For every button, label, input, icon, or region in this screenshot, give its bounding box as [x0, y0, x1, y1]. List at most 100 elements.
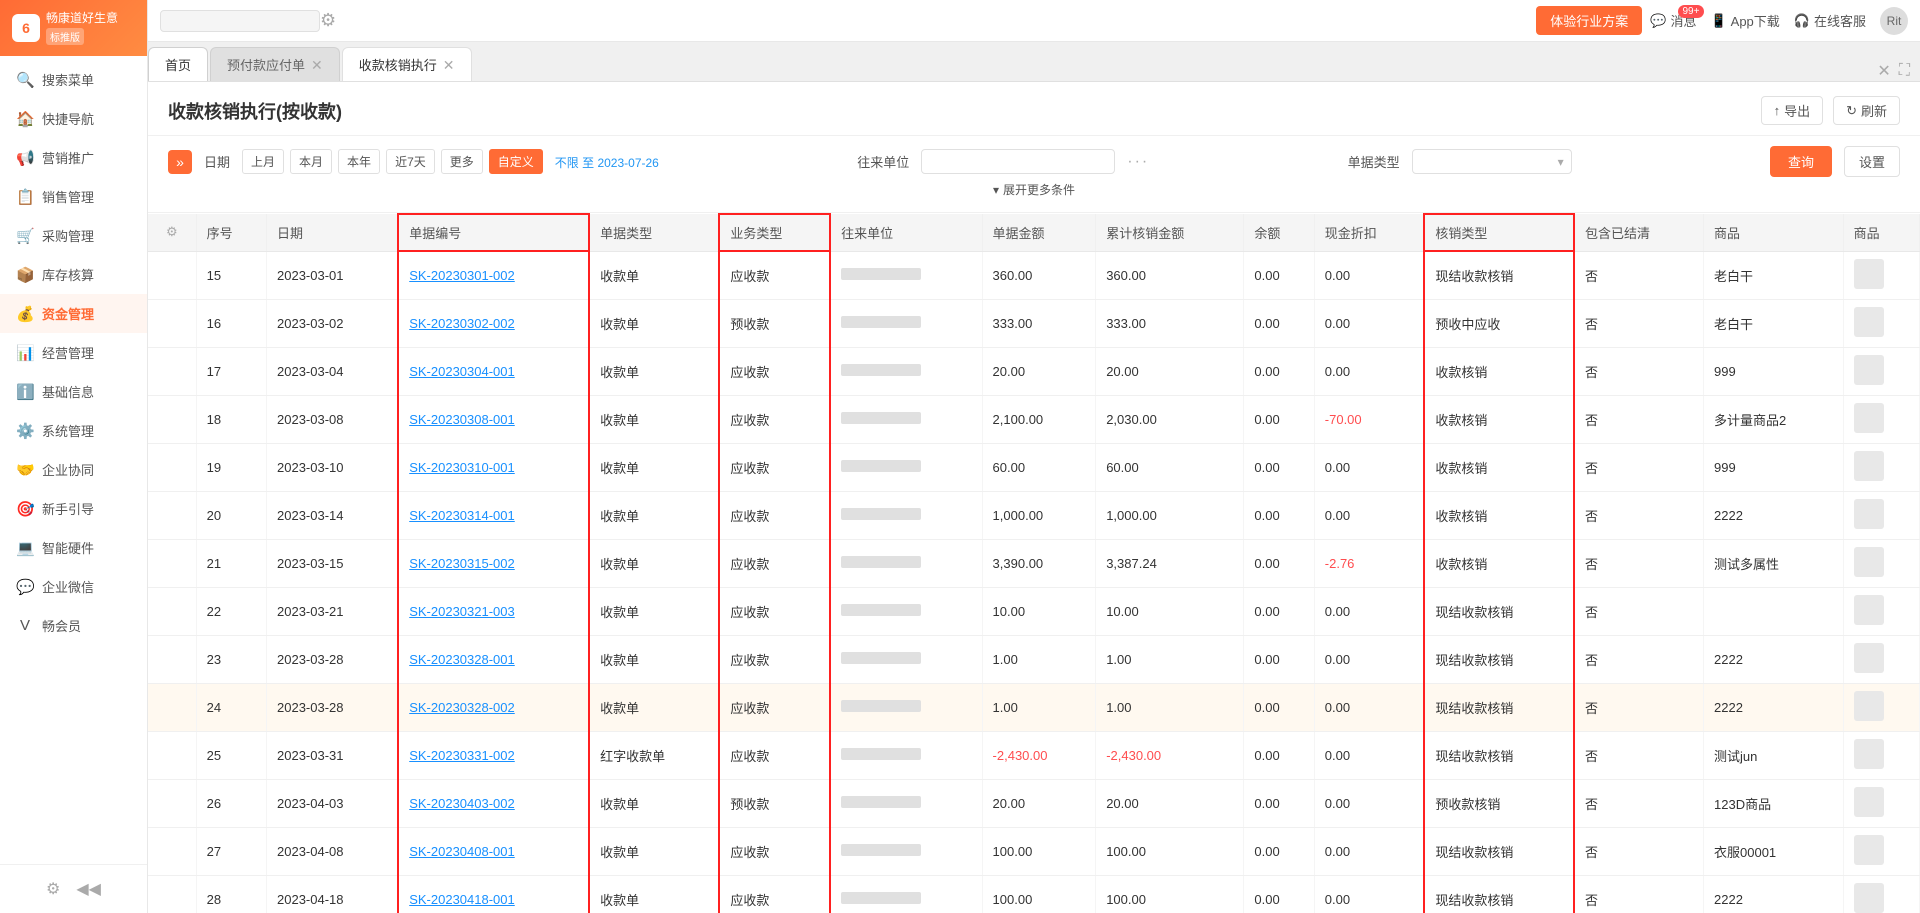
sidebar-item-management[interactable]: 📊经营管理 — [0, 333, 147, 372]
prepay-tab-close-icon[interactable]: ✕ — [311, 58, 323, 72]
cell-include-settled: 否 — [1574, 491, 1704, 539]
th-biz-type: 业务类型 — [719, 214, 830, 251]
tab-prepay[interactable]: 预付款应付单 ✕ — [210, 47, 340, 81]
cell-doc-amount: 10.00 — [982, 587, 1096, 635]
cell-goods2 — [1843, 731, 1919, 779]
table-body: 15 2023-03-01 SK-20230301-002 收款单 应收款 36… — [148, 251, 1920, 913]
collapse-icon[interactable]: ◀◀ — [72, 875, 105, 903]
doc-no-link[interactable]: SK-20230304-001 — [409, 364, 515, 379]
th-cash-discount: 现金折扣 — [1314, 214, 1424, 251]
message-button[interactable]: 💬 消息 99+ — [1650, 11, 1696, 30]
doc-no-link[interactable]: SK-20230310-001 — [409, 460, 515, 475]
more-date-button[interactable]: 更多 — [441, 149, 483, 174]
cell-no: 16 — [196, 299, 266, 347]
doc-type-select[interactable] — [1412, 149, 1572, 174]
sidebar-item-enterprise[interactable]: 🤝企业协同 — [0, 450, 147, 489]
doc-no-link[interactable]: SK-20230314-001 — [409, 508, 515, 523]
industry-solution-button[interactable]: 体验行业方案 — [1536, 6, 1642, 35]
refresh-button[interactable]: ↻ 刷新 — [1833, 96, 1900, 125]
th-settings: ⚙ — [148, 214, 196, 251]
sidebar-label-enterprise: 企业协同 — [42, 460, 94, 479]
tab-collection[interactable]: 收款核销执行 ✕ — [342, 47, 472, 81]
counterparty-more-icon[interactable]: ··· — [1127, 153, 1149, 171]
query-button[interactable]: 查询 — [1770, 146, 1832, 177]
filter-expand-button[interactable]: » — [168, 150, 192, 174]
sidebar-item-hardware[interactable]: 💻智能硬件 — [0, 528, 147, 567]
counterparty-input[interactable] — [921, 149, 1115, 174]
table-row: 27 2023-04-08 SK-20230408-001 收款单 应收款 10… — [148, 827, 1920, 875]
doc-no-link[interactable]: SK-20230328-002 — [409, 700, 515, 715]
user-avatar[interactable]: Rit — [1880, 7, 1908, 35]
cell-balance: 0.00 — [1244, 587, 1314, 635]
sidebar-item-sales[interactable]: 📋销售管理 — [0, 177, 147, 216]
sidebar-item-member[interactable]: V畅会员 — [0, 606, 147, 645]
cell-no: 25 — [196, 731, 266, 779]
sidebar-item-quick-nav[interactable]: 🏠快捷导航 — [0, 99, 147, 138]
doc-no-link[interactable]: SK-20230328-001 — [409, 652, 515, 667]
doc-type-label: 单据类型 — [1348, 152, 1400, 171]
table-row: 19 2023-03-10 SK-20230310-001 收款单 应收款 60… — [148, 443, 1920, 491]
custom-date-button[interactable]: 自定义 — [489, 149, 543, 174]
tab-close-all-icon[interactable]: ✕ — [1877, 61, 1890, 81]
sidebar-item-finance[interactable]: 💰资金管理 — [0, 294, 147, 333]
app-download-button[interactable]: 📱 App下载 — [1710, 11, 1779, 30]
tab-maximize-icon[interactable]: ⛶ — [1899, 62, 1910, 80]
doc-no-link[interactable]: SK-20230315-002 — [409, 556, 515, 571]
doc-no-link[interactable]: SK-20230403-002 — [409, 796, 515, 811]
cell-include-settled: 否 — [1574, 587, 1704, 635]
export-button[interactable]: ↑ 导出 — [1761, 96, 1824, 125]
sidebar-item-guide[interactable]: 🎯新手引导 — [0, 489, 147, 528]
doc-no-link[interactable]: SK-20230418-001 — [409, 892, 515, 907]
cell-settings — [148, 539, 196, 587]
cell-doc-type: 收款单 — [589, 587, 719, 635]
cell-doc-type: 收款单 — [589, 539, 719, 587]
doc-no-link[interactable]: SK-20230302-002 — [409, 316, 515, 331]
cell-biz-type: 应收款 — [719, 539, 830, 587]
cell-biz-type: 应收款 — [719, 443, 830, 491]
doc-no-link[interactable]: SK-20230301-002 — [409, 268, 515, 283]
this-year-button[interactable]: 本年 — [338, 149, 380, 174]
sidebar-label-purchase: 采购管理 — [42, 226, 94, 245]
column-settings-icon[interactable]: ⚙ — [166, 224, 178, 239]
collection-tab-close-icon[interactable]: ✕ — [443, 58, 455, 72]
sidebar-item-search[interactable]: 🔍搜索菜单 — [0, 60, 147, 99]
settings-button[interactable]: 设置 — [1844, 146, 1900, 177]
table-container[interactable]: ⚙ 序号 日期 单据编号 单据类型 业务类型 往来单位 单据金额 累计核销金额 … — [148, 213, 1920, 913]
cell-goods: 测试多属性 — [1704, 539, 1844, 587]
sidebar-item-system[interactable]: ⚙️系统管理 — [0, 411, 147, 450]
sidebar-item-purchase[interactable]: 🛒采购管理 — [0, 216, 147, 255]
sidebar-item-basic[interactable]: ℹ️基础信息 — [0, 372, 147, 411]
settings-bottom-icon[interactable]: ⚙ — [42, 875, 64, 903]
doc-no-link[interactable]: SK-20230408-001 — [409, 844, 515, 859]
cell-goods2 — [1843, 875, 1919, 913]
last-7-days-button[interactable]: 近7天 — [386, 149, 435, 174]
cell-doc-no: SK-20230308-001 — [398, 395, 589, 443]
sidebar-label-management: 经营管理 — [42, 343, 94, 362]
doc-no-link[interactable]: SK-20230321-003 — [409, 604, 515, 619]
cell-doc-type: 收款单 — [589, 635, 719, 683]
cell-include-settled: 否 — [1574, 443, 1704, 491]
cell-date: 2023-03-01 — [267, 251, 399, 299]
cell-goods: 2222 — [1704, 683, 1844, 731]
cell-biz-type: 应收款 — [719, 635, 830, 683]
breadcrumb-input[interactable] — [160, 10, 320, 32]
cell-goods2 — [1843, 299, 1919, 347]
cell-goods2 — [1843, 539, 1919, 587]
sidebar-label-inventory: 库存核算 — [42, 265, 94, 284]
collection-tab-label: 收款核销执行 — [359, 55, 437, 74]
sidebar-item-wechat[interactable]: 💬企业微信 — [0, 567, 147, 606]
counterparty-label: 往来单位 — [857, 152, 909, 171]
online-service-button[interactable]: 🎧 在线客服 — [1794, 11, 1866, 30]
sidebar-item-inventory[interactable]: 📦库存核算 — [0, 255, 147, 294]
doc-no-link[interactable]: SK-20230308-001 — [409, 412, 515, 427]
cell-cumulative: 1.00 — [1096, 683, 1244, 731]
topbar: ▾ ⚙ 体验行业方案 💬 消息 99+ 📱 App下载 🎧 在线客服 Rit — [148, 0, 1920, 42]
sidebar-item-marketing[interactable]: 📢营销推广 — [0, 138, 147, 177]
doc-no-link[interactable]: SK-20230331-002 — [409, 748, 515, 763]
cell-doc-amount: 100.00 — [982, 827, 1096, 875]
last-month-button[interactable]: 上月 — [242, 149, 284, 174]
cell-date: 2023-04-18 — [267, 875, 399, 913]
expand-more-button[interactable]: ▾ 展开更多条件 — [993, 181, 1075, 198]
this-month-button[interactable]: 本月 — [290, 149, 332, 174]
tab-home[interactable]: 首页 — [148, 47, 208, 81]
